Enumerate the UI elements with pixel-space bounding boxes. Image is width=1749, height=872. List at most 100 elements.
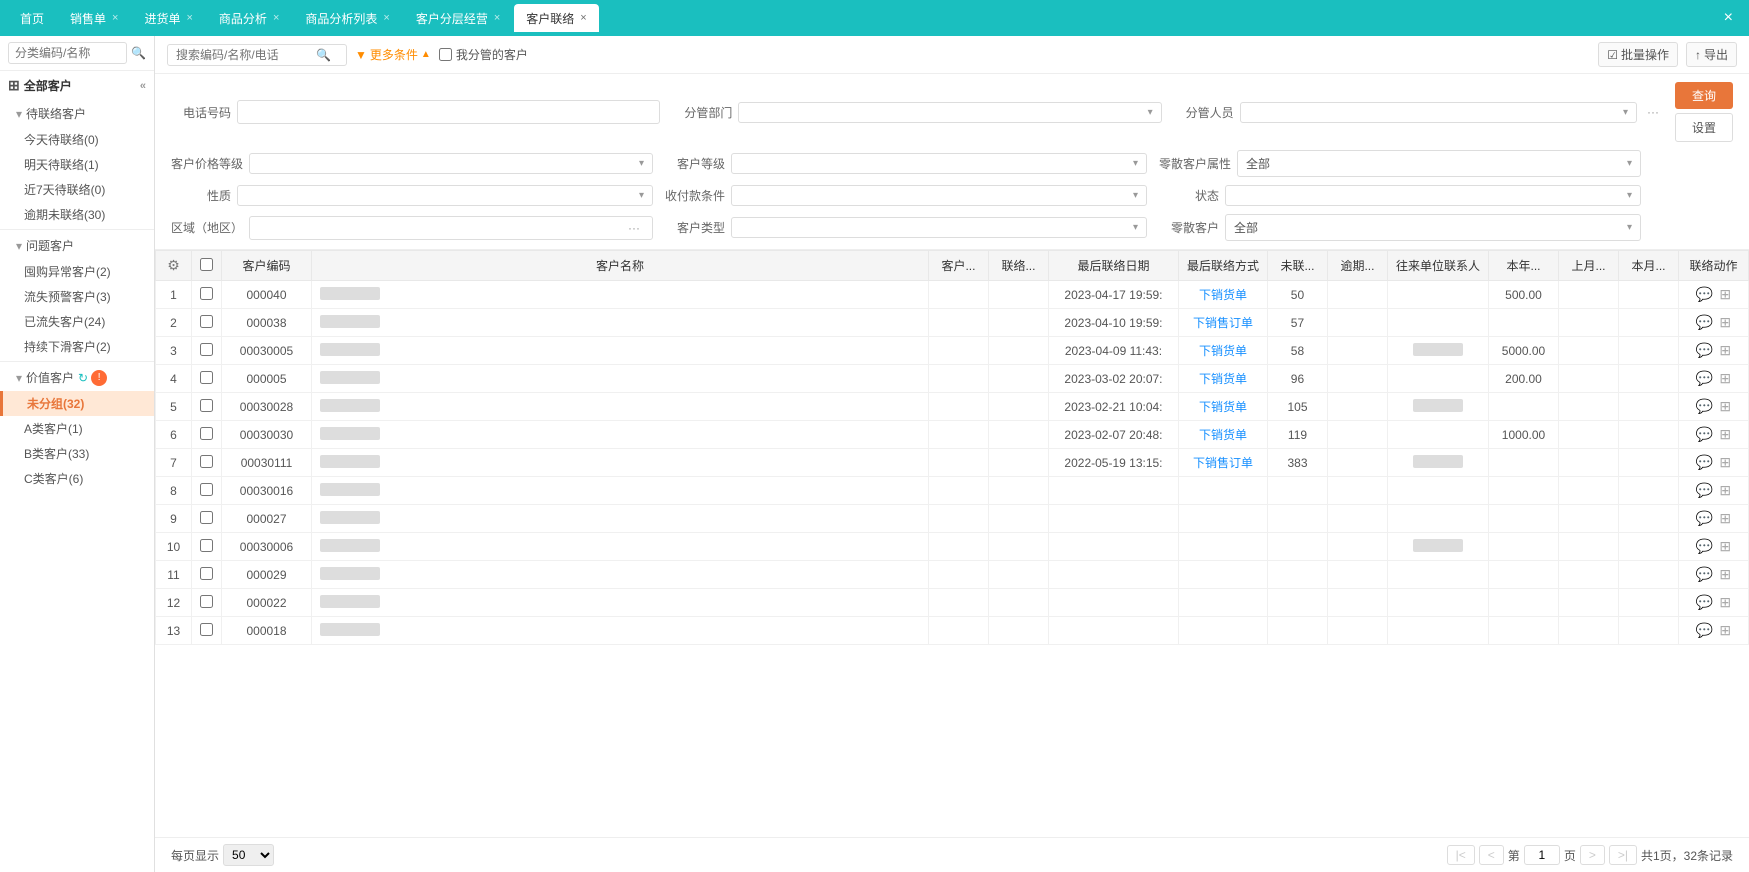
grid-action-icon[interactable]: ⊞ (1719, 370, 1731, 387)
close-customercontact-icon[interactable]: × (580, 12, 586, 24)
nature-select[interactable]: ▾ (237, 185, 653, 206)
chat-icon[interactable]: 💬 (1696, 286, 1713, 303)
more-conditions-btn[interactable]: ▼ 更多条件 ▲ (355, 46, 431, 63)
tab-salesorder[interactable]: 销售单 × (58, 4, 130, 32)
chat-icon[interactable]: 💬 (1696, 454, 1713, 471)
refresh-icon[interactable]: ↻ (78, 371, 88, 385)
sidebar-item-tomorrow[interactable]: 明天待联络(1) (0, 152, 154, 177)
th-thismonth[interactable]: 本月... (1619, 251, 1679, 281)
th-name[interactable]: 客户名称 (312, 251, 929, 281)
chat-icon[interactable]: 💬 (1696, 510, 1713, 527)
tab-customercontact[interactable]: 客户联络 × (514, 4, 598, 32)
chat-icon[interactable]: 💬 (1696, 342, 1713, 359)
search-input[interactable] (176, 48, 316, 62)
manager-dots[interactable]: ··· (1643, 105, 1663, 119)
grid-action-icon[interactable]: ⊞ (1719, 398, 1731, 415)
th-lastdate[interactable]: 最后联络日期 (1048, 251, 1178, 281)
grid-action-icon[interactable]: ⊞ (1719, 286, 1731, 303)
chat-icon[interactable]: 💬 (1696, 314, 1713, 331)
group-pending-contact[interactable]: ▾ 待联络客户 (0, 100, 154, 127)
row-check[interactable] (200, 595, 213, 608)
row-check[interactable] (200, 315, 213, 328)
close-customerseg-icon[interactable]: × (494, 12, 500, 24)
export-btn[interactable]: ↑ 导出 (1686, 42, 1737, 67)
row-check[interactable] (200, 623, 213, 636)
chat-icon[interactable]: 💬 (1696, 566, 1713, 583)
grid-action-icon[interactable]: ⊞ (1719, 566, 1731, 583)
sidebar-item-losswarning[interactable]: 流失预警客户(3) (0, 284, 154, 309)
sidebar-item-classB[interactable]: B类客户(33) (0, 441, 154, 466)
close-productanalysislist-icon[interactable]: × (383, 12, 389, 24)
row-check[interactable] (200, 343, 213, 356)
manager-select[interactable]: ▾ (1240, 102, 1637, 123)
close-purchaseorder-icon[interactable]: × (186, 12, 192, 24)
row-check[interactable] (200, 455, 213, 468)
cell-check[interactable] (192, 589, 222, 617)
chat-icon[interactable]: 💬 (1696, 622, 1713, 639)
grid-action-icon[interactable]: ⊞ (1719, 510, 1731, 527)
last-way-link[interactable]: 下销售订单 (1193, 456, 1253, 470)
th-thisyear[interactable]: 本年... (1489, 251, 1559, 281)
gear-icon[interactable]: ⚙ (167, 257, 180, 273)
sidebar-item-today[interactable]: 今天待联络(0) (0, 127, 154, 152)
next-page-btn[interactable]: > (1580, 845, 1605, 865)
last-way-link[interactable]: 下销售订单 (1193, 316, 1253, 330)
group-problem-customers[interactable]: ▾ 问题客户 (0, 232, 154, 259)
tab-customerseg[interactable]: 客户分层经营 × (404, 4, 512, 32)
tab-productanalysis[interactable]: 商品分析 × (207, 4, 291, 32)
tab-productanalysislist[interactable]: 商品分析列表 × (293, 4, 401, 32)
cell-check[interactable] (192, 365, 222, 393)
th-partner[interactable]: 往来单位联系人 (1387, 251, 1488, 281)
sidebar-item-classC[interactable]: C类客户(6) (0, 466, 154, 491)
phone-input[interactable] (237, 100, 660, 124)
search-icon-main[interactable]: 🔍 (316, 48, 331, 62)
sidebar-item-declining[interactable]: 持续下滑客户(2) (0, 334, 154, 359)
chat-icon[interactable]: 💬 (1696, 426, 1713, 443)
customer-level-select[interactable]: ▾ (731, 153, 1147, 174)
cell-check[interactable] (192, 477, 222, 505)
tab-home[interactable]: 首页 (8, 4, 56, 32)
group-value-customers[interactable]: ▾ 价值客户 ↻ ! (0, 364, 154, 391)
tab-purchaseorder[interactable]: 进货单 × (132, 4, 204, 32)
row-check[interactable] (200, 287, 213, 300)
last-way-link[interactable]: 下销货单 (1199, 372, 1247, 386)
row-check[interactable] (200, 483, 213, 496)
cell-check[interactable] (192, 533, 222, 561)
row-check[interactable] (200, 539, 213, 552)
prev-page-btn[interactable]: < (1479, 845, 1504, 865)
grid-action-icon[interactable]: ⊞ (1719, 342, 1731, 359)
close-salesorder-icon[interactable]: × (112, 12, 118, 24)
grid-action-icon[interactable]: ⊞ (1719, 454, 1731, 471)
sidebar-search-icon[interactable]: 🔍 (131, 46, 146, 60)
th-contact[interactable]: 联络... (988, 251, 1048, 281)
retail-attr-select[interactable]: 全部 ▾ (1237, 150, 1641, 177)
grid-action-icon[interactable]: ⊞ (1719, 594, 1731, 611)
sidebar-item-hoarding[interactable]: 囤购异常客户(2) (0, 259, 154, 284)
cell-check[interactable] (192, 421, 222, 449)
last-page-btn[interactable]: >| (1609, 845, 1637, 865)
select-all-check[interactable] (200, 258, 213, 271)
region-dots[interactable]: ··· (624, 221, 644, 235)
close-productanalysis-icon[interactable]: × (273, 12, 279, 24)
cell-check[interactable] (192, 393, 222, 421)
chat-icon[interactable]: 💬 (1696, 370, 1713, 387)
last-way-link[interactable]: 下销货单 (1199, 288, 1247, 302)
customer-type-select[interactable]: ▾ (731, 217, 1147, 238)
price-level-select[interactable]: ▾ (249, 153, 653, 174)
sidebar-item-overdue[interactable]: 逾期未联络(30) (0, 202, 154, 227)
payment-select[interactable]: ▾ (731, 185, 1147, 206)
th-check[interactable] (192, 251, 222, 281)
my-customers-checkbox[interactable]: 我分管的客户 (439, 46, 528, 63)
page-input[interactable] (1524, 845, 1560, 865)
cell-check[interactable] (192, 309, 222, 337)
cell-check[interactable] (192, 281, 222, 309)
grid-action-icon[interactable]: ⊞ (1719, 426, 1731, 443)
cell-check[interactable] (192, 617, 222, 645)
grid-action-icon[interactable]: ⊞ (1719, 482, 1731, 499)
sidebar-item-classA[interactable]: A类客户(1) (0, 416, 154, 441)
grid-action-icon[interactable]: ⊞ (1719, 314, 1731, 331)
cell-check[interactable] (192, 449, 222, 477)
chat-icon[interactable]: 💬 (1696, 594, 1713, 611)
th-lastway[interactable]: 最后联络方式 (1178, 251, 1267, 281)
row-check[interactable] (200, 567, 213, 580)
